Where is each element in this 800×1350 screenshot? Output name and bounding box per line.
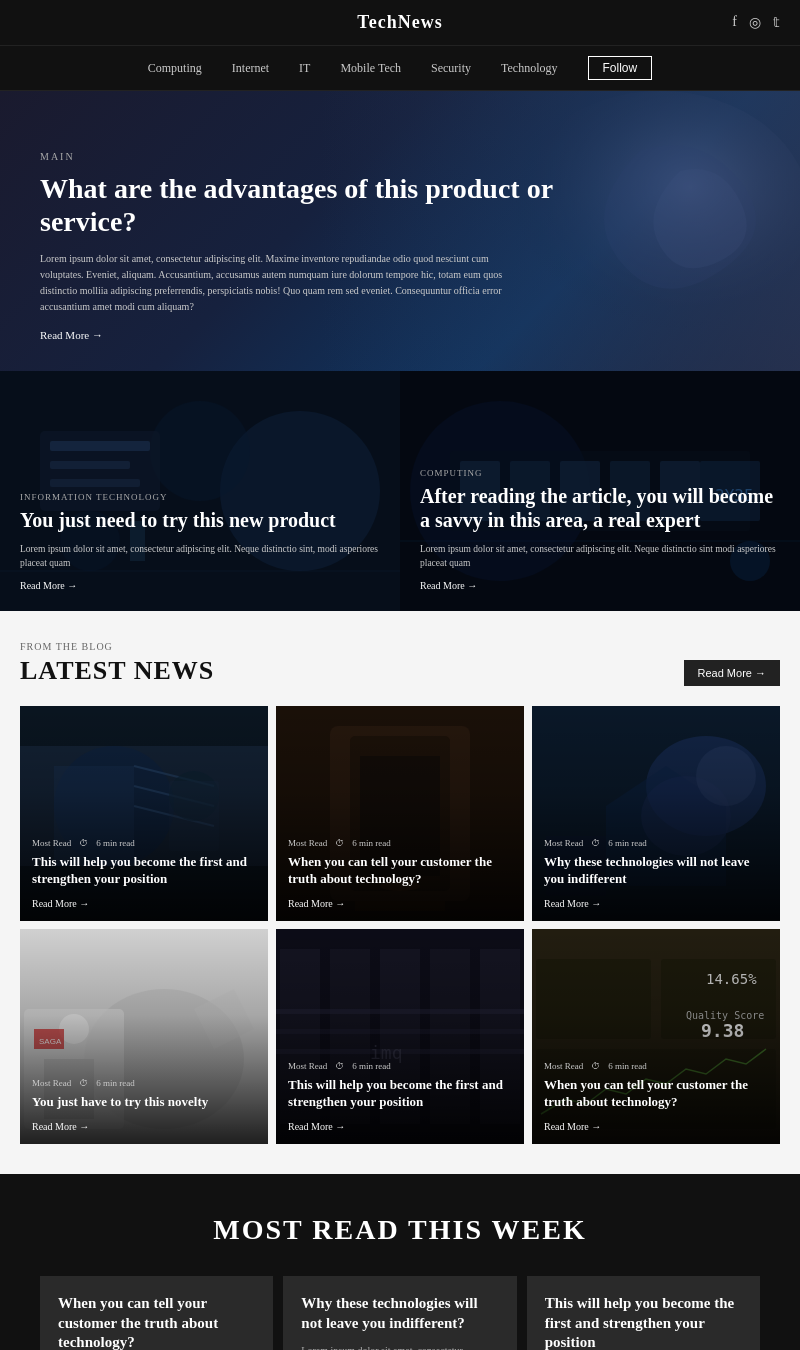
news-card-1[interactable]: Most Read ⏱ 6 min read This will help yo…	[20, 706, 268, 921]
most-read-title: MOST READ THIS WEEK	[20, 1214, 780, 1246]
nav-computing[interactable]: Computing	[148, 61, 202, 76]
latest-news-section: FROM THE BLOG LATEST NEWS Read More →	[0, 611, 800, 1174]
news-card-readmore-5[interactable]: Read More →	[288, 1121, 512, 1132]
news-badge-3: Most Read	[544, 838, 583, 848]
featured-right-readmore[interactable]: Read More →	[420, 580, 780, 591]
news-card-meta-5: Most Read ⏱ 6 min read	[288, 1061, 512, 1071]
clock-icon-5: ⏱	[335, 1061, 344, 1071]
news-card-meta-4: Most Read ⏱ 6 min read	[32, 1078, 256, 1088]
news-card-title-1: This will help you become the first and …	[32, 854, 256, 888]
clock-icon-6: ⏱	[591, 1061, 600, 1071]
most-read-card-1[interactable]: When you can tell your customer the trut…	[40, 1276, 273, 1350]
read-time-4: 6 min read	[96, 1078, 135, 1088]
news-card-title-4: You just have to try this novelty	[32, 1094, 256, 1111]
news-card-content-6: Most Read ⏱ 6 min read When you can tell…	[544, 1061, 768, 1132]
most-read-grid: When you can tell your customer the trut…	[40, 1276, 760, 1350]
news-badge-1: Most Read	[32, 838, 71, 848]
news-card-content-3: Most Read ⏱ 6 min read Why these technol…	[544, 838, 768, 909]
news-card-readmore-3[interactable]: Read More →	[544, 898, 768, 909]
clock-icon-1: ⏱	[79, 838, 88, 848]
clock-icon-4: ⏱	[79, 1078, 88, 1088]
nav-it[interactable]: IT	[299, 61, 310, 76]
nav-security[interactable]: Security	[431, 61, 471, 76]
news-card-readmore-6[interactable]: Read More →	[544, 1121, 768, 1132]
featured-left-tag: INFORMATION TECHNOLOGY	[20, 492, 380, 502]
social-links: f ◎ 𝕥	[732, 14, 780, 31]
news-card-content-5: Most Read ⏱ 6 min read This will help yo…	[288, 1061, 512, 1132]
news-badge-5: Most Read	[288, 1061, 327, 1071]
news-card-title-6: When you can tell your customer the trut…	[544, 1077, 768, 1111]
hero-content: MAIN What are the advantages of this pro…	[40, 151, 560, 341]
latest-title: LATEST NEWS	[20, 656, 214, 686]
featured-right-body: Lorem ipsum dolor sit amet, consectetur …	[420, 542, 780, 571]
hero-eyebrow: MAIN	[40, 151, 560, 162]
read-time-1: 6 min read	[96, 838, 135, 848]
featured-left-content: INFORMATION TECHNOLOGY You just need to …	[20, 492, 380, 592]
most-read-card-body-2: Lorem ipsum dolor sit amet, consectetur …	[301, 1343, 498, 1350]
featured-right-tag: COMPUTING	[420, 468, 780, 478]
most-read-card-title-3: This will help you become the first and …	[545, 1294, 742, 1350]
news-card-meta-3: Most Read ⏱ 6 min read	[544, 838, 768, 848]
latest-readmore-button[interactable]: Read More →	[684, 660, 780, 686]
news-card-content-2: Most Read ⏱ 6 min read When you can tell…	[288, 838, 512, 909]
news-card-4[interactable]: SAGA Most Read ⏱ 6 min read You just hav…	[20, 929, 268, 1144]
news-card-readmore-4[interactable]: Read More →	[32, 1121, 256, 1132]
clock-icon-3: ⏱	[591, 838, 600, 848]
clock-icon-2: ⏱	[335, 838, 344, 848]
news-badge-6: Most Read	[544, 1061, 583, 1071]
latest-eyebrow: FROM THE BLOG	[20, 641, 214, 652]
nav-technology[interactable]: Technology	[501, 61, 557, 76]
most-read-card-2[interactable]: Why these technologies will not leave yo…	[283, 1276, 516, 1350]
hero-title: What are the advantages of this product …	[40, 172, 560, 239]
news-card-meta-1: Most Read ⏱ 6 min read	[32, 838, 256, 848]
hero-body: Lorem ipsum dolor sit amet, consectetur …	[40, 251, 520, 315]
hero-section: MAIN What are the advantages of this pro…	[0, 91, 800, 371]
news-card-content-1: Most Read ⏱ 6 min read This will help yo…	[32, 838, 256, 909]
instagram-icon[interactable]: ◎	[749, 14, 761, 31]
news-card-meta-2: Most Read ⏱ 6 min read	[288, 838, 512, 848]
news-grid: Most Read ⏱ 6 min read This will help yo…	[20, 706, 780, 1144]
featured-card-right: 3Y35 COMPUTING After reading the article…	[400, 371, 800, 611]
news-card-readmore-2[interactable]: Read More →	[288, 898, 512, 909]
read-time-3: 6 min read	[608, 838, 647, 848]
follow-button[interactable]: Follow	[588, 56, 653, 80]
main-nav: Computing Internet IT Mobile Tech Securi…	[0, 46, 800, 91]
most-read-card-title-2: Why these technologies will not leave yo…	[301, 1294, 498, 1333]
most-read-section: MOST READ THIS WEEK When you can tell yo…	[0, 1174, 800, 1350]
featured-left-body: Lorem ipsum dolor sit amet, consectetur …	[20, 542, 380, 571]
featured-card-left: INFORMATION TECHNOLOGY You just need to …	[0, 371, 400, 611]
read-time-5: 6 min read	[352, 1061, 391, 1071]
news-card-3[interactable]: Most Read ⏱ 6 min read Why these technol…	[532, 706, 780, 921]
site-header: TechNews f ◎ 𝕥	[0, 0, 800, 46]
twitter-icon[interactable]: 𝕥	[773, 14, 780, 31]
featured-right-content: COMPUTING After reading the article, you…	[420, 468, 780, 592]
nav-mobile-tech[interactable]: Mobile Tech	[340, 61, 401, 76]
news-card-meta-6: Most Read ⏱ 6 min read	[544, 1061, 768, 1071]
news-card-readmore-1[interactable]: Read More →	[32, 898, 256, 909]
latest-header: FROM THE BLOG LATEST NEWS Read More →	[20, 641, 780, 686]
read-time-6: 6 min read	[608, 1061, 647, 1071]
news-card-content-4: Most Read ⏱ 6 min read You just have to …	[32, 1078, 256, 1132]
most-read-card-title-1: When you can tell your customer the trut…	[58, 1294, 255, 1350]
news-card-6[interactable]: 14.65% Quality Score 9.38 Most Read ⏱ 6 …	[532, 929, 780, 1144]
hero-readmore[interactable]: Read More →	[40, 329, 560, 341]
most-read-card-3[interactable]: This will help you become the first and …	[527, 1276, 760, 1350]
news-badge-2: Most Read	[288, 838, 327, 848]
featured-section: INFORMATION TECHNOLOGY You just need to …	[0, 371, 800, 611]
news-card-title-5: This will help you become the first and …	[288, 1077, 512, 1111]
facebook-icon[interactable]: f	[732, 14, 737, 31]
nav-internet[interactable]: Internet	[232, 61, 269, 76]
site-logo: TechNews	[357, 12, 442, 33]
read-time-2: 6 min read	[352, 838, 391, 848]
news-card-5[interactable]: imq Most Read ⏱ 6 min read This will hel…	[276, 929, 524, 1144]
featured-left-title: You just need to try this new product	[20, 508, 380, 532]
latest-title-group: FROM THE BLOG LATEST NEWS	[20, 641, 214, 686]
news-card-2[interactable]: Most Read ⏱ 6 min read When you can tell…	[276, 706, 524, 921]
featured-right-title: After reading the article, you will beco…	[420, 484, 780, 532]
news-card-title-3: Why these technologies will not leave yo…	[544, 854, 768, 888]
news-badge-4: Most Read	[32, 1078, 71, 1088]
featured-left-readmore[interactable]: Read More →	[20, 580, 380, 591]
news-card-title-2: When you can tell your customer the trut…	[288, 854, 512, 888]
